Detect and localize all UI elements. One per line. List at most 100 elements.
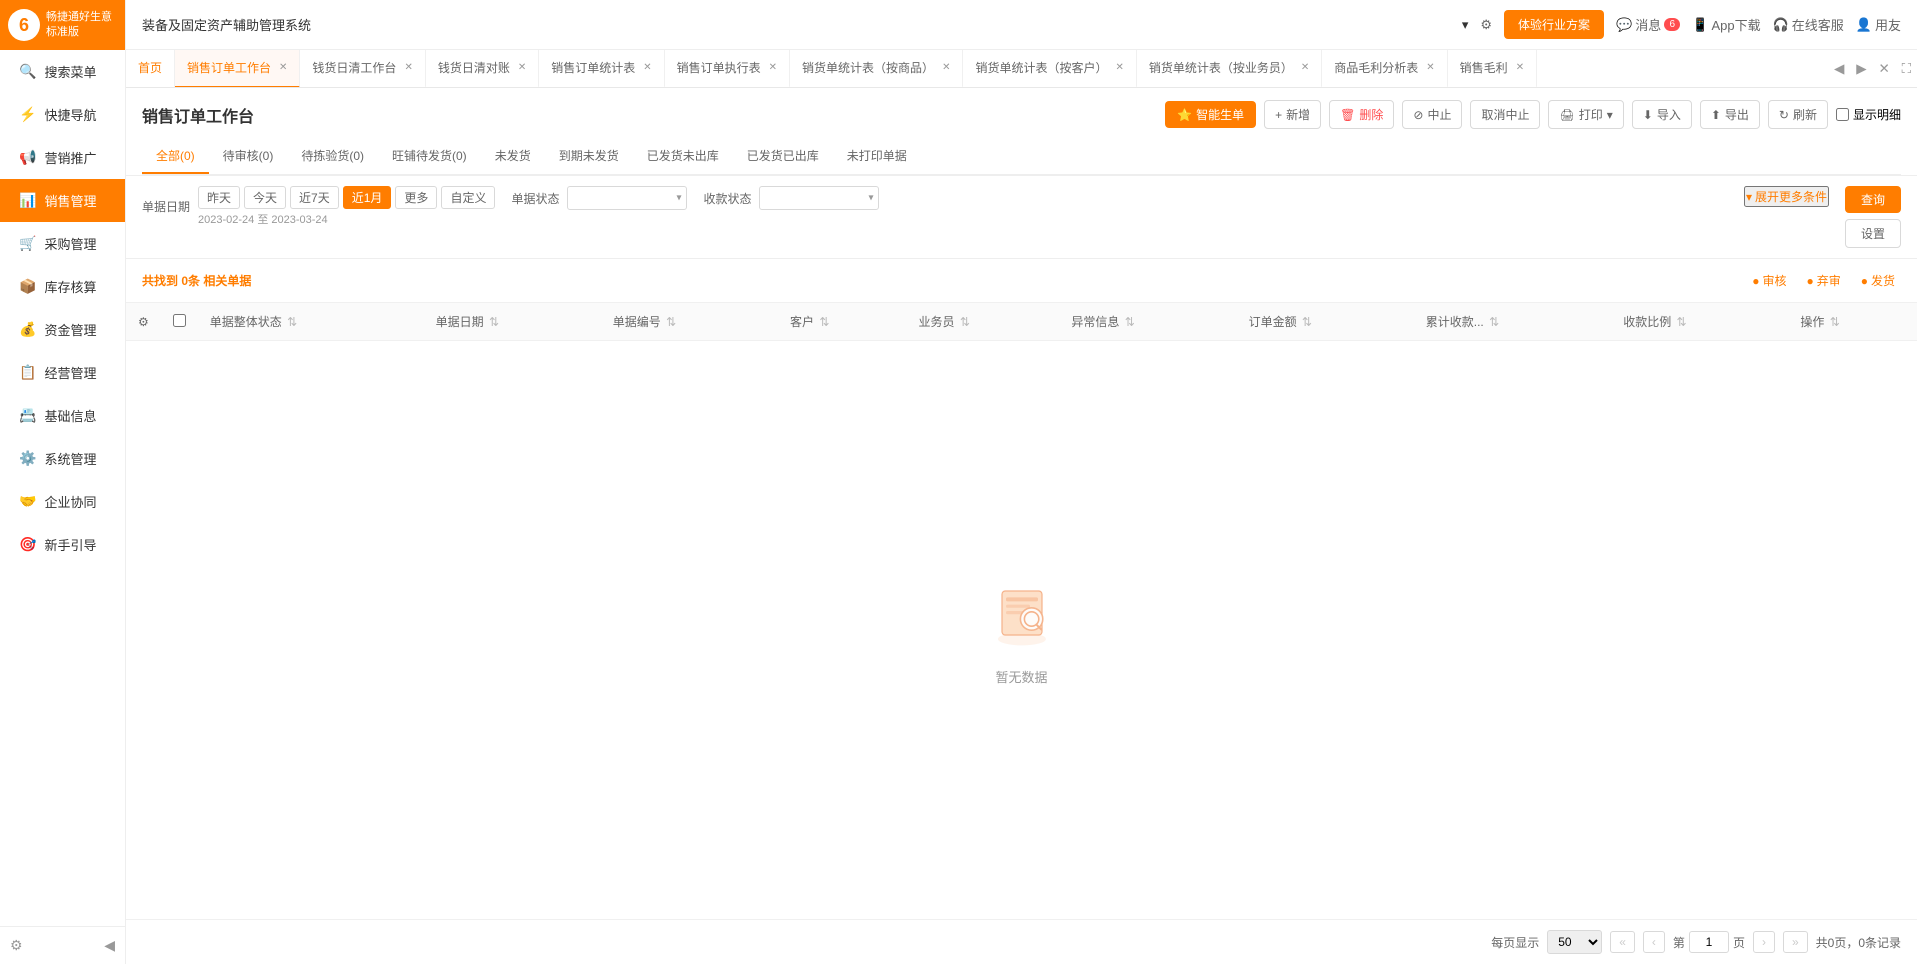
sidebar-item-marketing[interactable]: 📢营销推广 [0, 136, 125, 179]
filter-tab-pending-check[interactable]: 待拣验货(0) [287, 139, 378, 174]
tab-sales-summary-staff[interactable]: 销货单统计表（按业务员）✕ [1137, 50, 1322, 88]
sidebar-item-search[interactable]: 🔍搜索菜单 [0, 50, 125, 93]
tab-sales-workbench[interactable]: 销售订单工作台✕ [175, 50, 300, 88]
cancel-suspend-btn[interactable]: 取消中止 [1470, 100, 1540, 129]
sidebar-item-inventory[interactable]: 📦库存核算 [0, 265, 125, 308]
sort-status-icon[interactable]: ⇅ [287, 315, 297, 329]
tab-close-sales-stats[interactable]: ✕ [643, 62, 651, 73]
user-btn[interactable]: 👤 用友 [1856, 15, 1901, 34]
tab-sales-exec[interactable]: 销售订单执行表✕ [665, 50, 790, 88]
system-dropdown[interactable]: ▾ [1462, 17, 1469, 33]
sort-staff-icon[interactable]: ⇅ [960, 315, 970, 329]
export-btn[interactable]: ⬆ 导出 [1700, 100, 1760, 129]
select-all-checkbox[interactable] [173, 314, 186, 327]
filter-tab-wangpu-ship[interactable]: 旺铺待发货(0) [378, 139, 481, 174]
collapse-icon[interactable]: ◀ [104, 937, 115, 954]
suspend-btn[interactable]: ⊘ 中止 [1402, 100, 1462, 129]
tab-cash-daily[interactable]: 钱货日清工作台✕ [300, 50, 425, 88]
refresh-btn[interactable]: ↻ 刷新 [1768, 100, 1828, 129]
sidebar-item-purchase[interactable]: 🛒采购管理 [0, 222, 125, 265]
date-btn-last7[interactable]: 近7天 [290, 186, 339, 209]
date-btn-more[interactable]: 更多 [395, 186, 437, 209]
tab-close-sales-exec[interactable]: ✕ [769, 62, 777, 73]
message-btn[interactable]: 💬 消息 6 [1616, 15, 1680, 34]
search-icon: 🔍 [19, 63, 36, 80]
app-download-btn[interactable]: 📱 App下载 [1692, 15, 1760, 34]
filter-tab-shipped-not-out[interactable]: 已发货未出库 [633, 139, 733, 174]
sort-operation-icon[interactable]: ⇅ [1830, 315, 1840, 329]
table-settings-icon[interactable]: ⚙ [138, 315, 149, 329]
date-btn-last1m[interactable]: 近1月 [343, 186, 392, 209]
sidebar-item-guide[interactable]: 🎯新手引导 [0, 523, 125, 566]
tab-close-sales-workbench[interactable]: ✕ [279, 62, 287, 73]
tab-scroll-right[interactable]: ▶ [1850, 50, 1872, 88]
filter-setting-btn[interactable]: 设置 [1845, 219, 1901, 248]
page-input[interactable] [1689, 931, 1729, 953]
tab-close-product-margin[interactable]: ✕ [1426, 62, 1434, 73]
show-detail-label[interactable]: 显示明细 [1836, 106, 1901, 123]
query-btn[interactable]: 查询 [1845, 186, 1901, 213]
delete-btn[interactable]: 🗑 删除 [1329, 100, 1394, 129]
sidebar-item-basic[interactable]: 📇基础信息 [0, 394, 125, 437]
sort-number-icon[interactable]: ⇅ [666, 315, 676, 329]
last-page-btn[interactable]: » [1783, 931, 1808, 953]
table-action-ship[interactable]: ● 发货 [1855, 269, 1901, 292]
filter-tab-expired-unshipped[interactable]: 到期未发货 [545, 139, 633, 174]
filter-tab-pending-audit[interactable]: 待审核(0) [209, 139, 288, 174]
sidebar-item-system[interactable]: ⚙️系统管理 [0, 437, 125, 480]
sort-amount-icon[interactable]: ⇅ [1302, 315, 1312, 329]
settings-icon[interactable]: ⚙ [10, 937, 23, 954]
import-btn[interactable]: ⬇ 导入 [1632, 100, 1692, 129]
tab-sales-summary-customer[interactable]: 销货单统计表（按客户）✕ [963, 50, 1136, 88]
tab-sales-summary-product[interactable]: 销货单统计表（按商品）✕ [790, 50, 963, 88]
print-btn[interactable]: 🖨 打印 ▾ [1548, 100, 1623, 129]
sort-customer-icon[interactable]: ⇅ [819, 315, 829, 329]
status-select[interactable] [567, 186, 687, 210]
tab-sales-stats[interactable]: 销售订单统计表✕ [539, 50, 664, 88]
payment-select[interactable] [759, 186, 879, 210]
sort-abnormal-icon[interactable]: ⇅ [1125, 315, 1135, 329]
tab-close-cash-daily[interactable]: ✕ [404, 62, 412, 73]
smart-btn[interactable]: ⭐ 智能生单 [1165, 101, 1256, 128]
tab-close-sales-summary-staff[interactable]: ✕ [1301, 62, 1309, 73]
date-btn-custom[interactable]: 自定义 [441, 186, 495, 209]
expand-btn[interactable]: ▾ 展开更多条件 [1744, 186, 1829, 207]
tab-fullscreen[interactable]: ⛶ [1896, 50, 1917, 88]
tab-close-sales-summary-product[interactable]: ✕ [942, 62, 950, 73]
tab-home[interactable]: 首页 [126, 50, 175, 88]
filter-tab-unshipped[interactable]: 未发货 [481, 139, 545, 174]
filter-tab-all[interactable]: 全部(0) [142, 139, 209, 174]
sort-collected-icon[interactable]: ⇅ [1489, 315, 1499, 329]
page-size-select[interactable]: 102050100 [1547, 930, 1602, 954]
tab-cash-reconcile[interactable]: 钱货日清对账✕ [426, 50, 539, 88]
date-btn-today[interactable]: 今天 [244, 186, 286, 209]
first-page-btn[interactable]: « [1610, 931, 1635, 953]
tab-close-cash-reconcile[interactable]: ✕ [518, 62, 526, 73]
online-service-btn[interactable]: 🎧 在线客服 [1773, 15, 1844, 34]
sidebar-item-cooperation[interactable]: 🤝企业协同 [0, 480, 125, 523]
filter-tab-shipped-out[interactable]: 已发货已出库 [733, 139, 833, 174]
settings-topbar-icon[interactable]: ⚙ [1480, 17, 1492, 33]
tab-scroll-left[interactable]: ◀ [1828, 50, 1850, 88]
sidebar-item-sales[interactable]: 📊销售管理 [0, 179, 125, 222]
tab-product-margin[interactable]: 商品毛利分析表✕ [1322, 50, 1447, 88]
sidebar-item-business[interactable]: 📋经营管理 [0, 351, 125, 394]
experience-btn[interactable]: 体验行业方案 [1504, 10, 1604, 39]
tab-close-sales-summary-customer[interactable]: ✕ [1115, 62, 1123, 73]
sidebar-item-finance[interactable]: 💰资金管理 [0, 308, 125, 351]
table-action-anti-audit[interactable]: ● 弃审 [1800, 269, 1846, 292]
table-action-audit[interactable]: ● 审核 [1746, 269, 1792, 292]
show-detail-checkbox[interactable] [1836, 108, 1849, 121]
tab-close-all[interactable]: ✕ [1872, 50, 1895, 88]
new-btn[interactable]: + 新增 [1264, 100, 1321, 129]
date-btn-yesterday[interactable]: 昨天 [198, 186, 240, 209]
tab-close-sales-gross[interactable]: ✕ [1516, 62, 1524, 73]
tab-nav-right: ◀ ▶ ✕ ⛶ [1828, 50, 1917, 88]
next-page-btn[interactable]: › [1753, 931, 1775, 953]
sort-date-icon[interactable]: ⇅ [489, 315, 499, 329]
tab-sales-gross[interactable]: 销售毛利✕ [1448, 50, 1537, 88]
sort-ratio-icon[interactable]: ⇅ [1677, 315, 1687, 329]
prev-page-btn[interactable]: ‹ [1643, 931, 1665, 953]
filter-tab-unprinted[interactable]: 未打印单据 [833, 139, 921, 174]
sidebar-item-quick-nav[interactable]: ⚡快捷导航 [0, 93, 125, 136]
